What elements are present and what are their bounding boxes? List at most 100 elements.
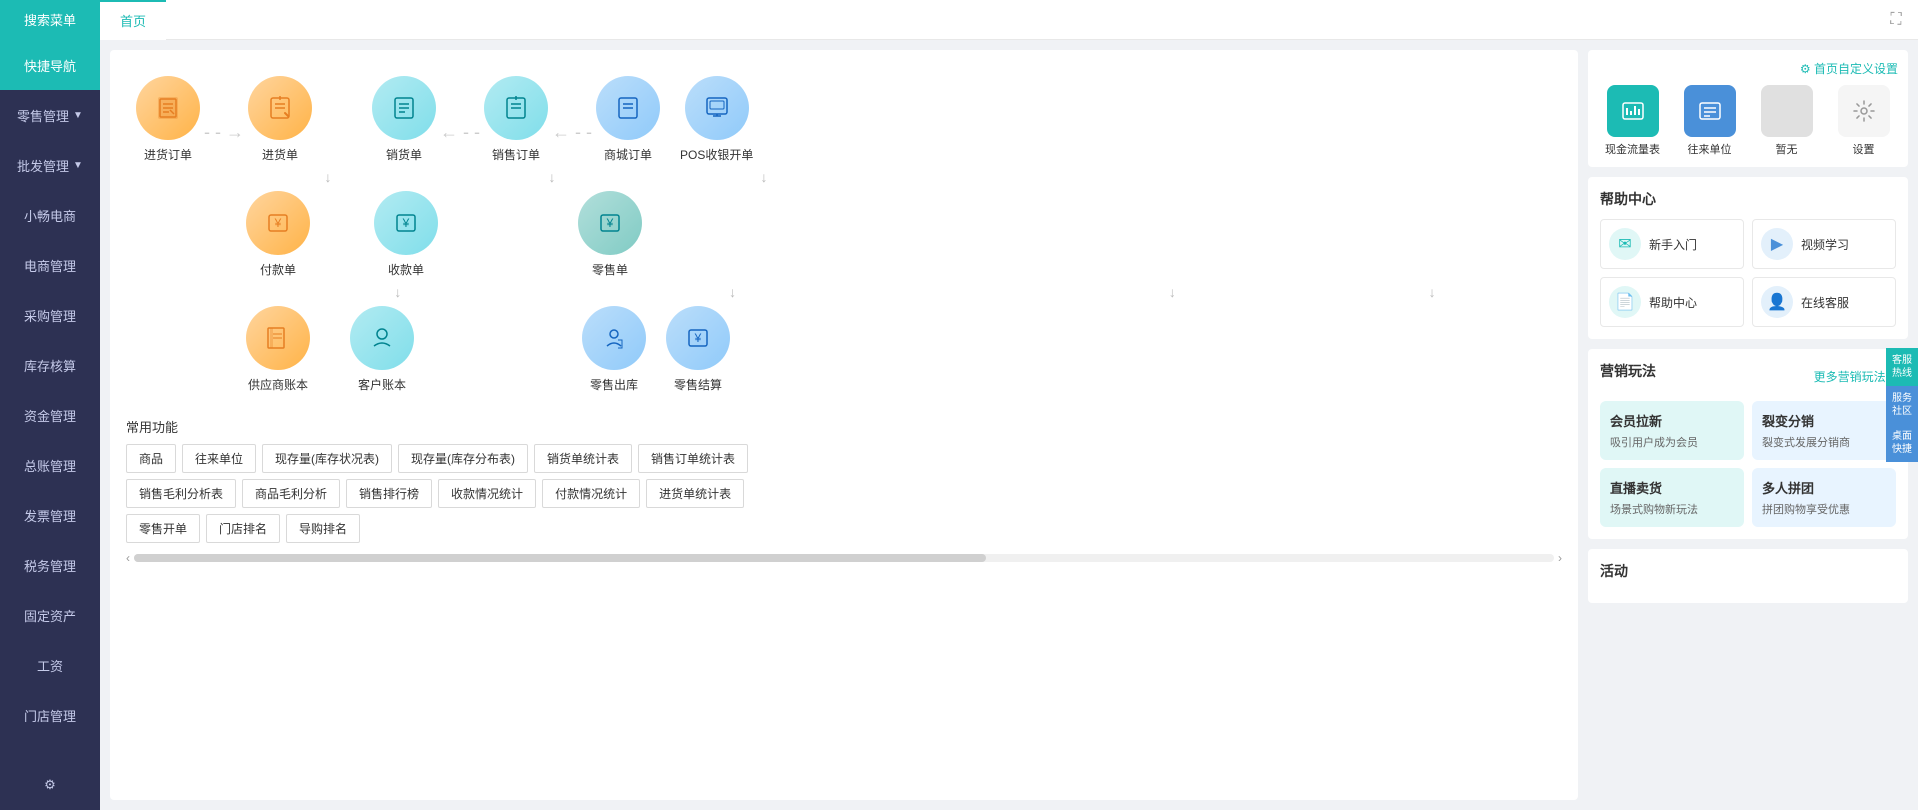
top-bar: 搜索菜单 首页 ⛶: [0, 0, 1918, 40]
sidebar-item-purchase[interactable]: 采购管理: [0, 290, 100, 340]
sidebar-item-fixed-assets[interactable]: 固定资产: [0, 590, 100, 640]
retail-outbound-icon[interactable]: [582, 306, 646, 370]
node-receipt[interactable]: ¥ 收款单: [374, 191, 438, 278]
help-center-icon: 📄: [1609, 286, 1641, 318]
marketing-item-live[interactable]: 直播卖货 场景式购物新玩法: [1600, 468, 1744, 527]
customer-ledger-icon[interactable]: [350, 306, 414, 370]
sidebar-item-retail[interactable]: 零售管理 ▼: [0, 90, 100, 140]
float-btn-customer-service[interactable]: 客服热线: [1886, 348, 1918, 386]
search-menu-button[interactable]: 搜索菜单: [0, 0, 100, 40]
quick-icon-contacts[interactable]: 往来单位: [1675, 85, 1744, 157]
beginner-icon: ✉: [1609, 228, 1641, 260]
fission-title: 裂变分销: [1762, 411, 1886, 430]
supplier-ledger-icon[interactable]: [246, 306, 310, 370]
arrow-down-5: ↓: [729, 284, 736, 300]
sidebar-item-finance[interactable]: 资金管理: [0, 390, 100, 440]
func-btn-stock-dist[interactable]: 现存量(库存分布表): [398, 444, 528, 473]
func-btn-goods[interactable]: 商品: [126, 444, 176, 473]
arrow-down-6: ↓: [1169, 284, 1176, 300]
node-supplier-ledger[interactable]: 供应商账本: [246, 306, 310, 393]
quick-access-header[interactable]: ⚙ 首页自定义设置: [1598, 60, 1898, 77]
func-btn-sales-order-stat[interactable]: 销售订单统计表: [638, 444, 748, 473]
pos-icon[interactable]: [685, 76, 749, 140]
marketing-item-group[interactable]: 多人拼团 拼团购物享受优惠: [1752, 468, 1896, 527]
receipt-label: 收款单: [388, 261, 424, 278]
node-payment[interactable]: ¥ 付款单: [246, 191, 310, 278]
func-btn-stock-status[interactable]: 现存量(库存状况表): [262, 444, 392, 473]
main-panel: 进货订单 - - →: [110, 50, 1578, 800]
arrow-1: - - →: [204, 122, 244, 163]
help-item-beginner[interactable]: ✉ 新手入门: [1600, 219, 1744, 269]
marketing-item-member[interactable]: 会员拉新 吸引用户成为会员: [1600, 401, 1744, 460]
purchase-order-icon[interactable]: [136, 76, 200, 140]
tab-home[interactable]: 首页: [100, 0, 166, 40]
node-retail-outbound[interactable]: 零售出库: [582, 306, 646, 393]
func-btn-sales-profit[interactable]: 销售毛利分析表: [126, 479, 236, 508]
sidebar-item-wholesale[interactable]: 批发管理 ▼: [0, 140, 100, 190]
help-item-video[interactable]: ▶ 视频学习: [1752, 219, 1896, 269]
video-label: 视频学习: [1801, 236, 1849, 253]
func-btn-sales-stat[interactable]: 销货单统计表: [534, 444, 632, 473]
sales-order-icon[interactable]: [484, 76, 548, 140]
help-item-online-support[interactable]: 👤 在线客服: [1752, 277, 1896, 327]
sidebar-item-tax[interactable]: 税务管理: [0, 540, 100, 590]
sidebar-item-inventory[interactable]: 库存核算: [0, 340, 100, 390]
marketing-title: 营销玩法: [1600, 361, 1656, 381]
float-btn-community[interactable]: 服务社区: [1886, 386, 1918, 424]
receipt-icon[interactable]: ¥: [374, 191, 438, 255]
quick-icon-cashflow[interactable]: 现金流量表: [1598, 85, 1667, 157]
node-customer-ledger[interactable]: 客户账本: [350, 306, 414, 393]
settings-label: 设置: [1853, 141, 1875, 157]
help-grid: ✉ 新手入门 ▶ 视频学习 📄 帮助中心 👤 在线客服: [1600, 219, 1896, 327]
quick-icon-settings[interactable]: 设置: [1829, 85, 1898, 157]
customize-settings-label: ⚙ 首页自定义设置: [1800, 60, 1898, 77]
help-item-help-center[interactable]: 📄 帮助中心: [1600, 277, 1744, 327]
payment-icon[interactable]: ¥: [246, 191, 310, 255]
node-sales-bill[interactable]: 销货单: [372, 76, 436, 163]
right-panel: ⚙ 首页自定义设置 现金流量表: [1588, 50, 1908, 800]
func-btn-sales-rank[interactable]: 销售排行榜: [346, 479, 432, 508]
retail-outbound-label: 零售出库: [590, 376, 638, 393]
func-btn-store-rank[interactable]: 门店排名: [206, 514, 280, 543]
func-btn-receipt-stat[interactable]: 收款情况统计: [438, 479, 536, 508]
node-mall-order[interactable]: 商城订单: [596, 76, 660, 163]
node-purchase-order[interactable]: 进货订单: [136, 76, 200, 163]
purchase-bill-icon[interactable]: [248, 76, 312, 140]
node-retail-bill[interactable]: ¥ 零售单: [578, 191, 642, 278]
arrow-2: ← - -: [440, 122, 480, 163]
sidebar-item-quick-nav[interactable]: 快捷导航: [0, 40, 100, 90]
live-title: 直播卖货: [1610, 478, 1734, 497]
node-pos[interactable]: POS收银开单: [680, 76, 753, 163]
func-btn-retail-order[interactable]: 零售开单: [126, 514, 200, 543]
mall-order-icon[interactable]: [596, 76, 660, 140]
scroll-left-btn[interactable]: ‹: [126, 551, 130, 565]
sidebar-item-ledger[interactable]: 总账管理: [0, 440, 100, 490]
retail-bill-icon[interactable]: ¥: [578, 191, 642, 255]
node-retail-settlement[interactable]: ¥ 零售结算: [666, 306, 730, 393]
sidebar-gear-icon[interactable]: ⚙: [0, 760, 100, 810]
expand-button[interactable]: ⛶: [1884, 8, 1908, 32]
cashflow-label: 现金流量表: [1605, 141, 1660, 157]
sidebar-item-ecommerce-mgmt[interactable]: 电商管理: [0, 240, 100, 290]
scroll-right-btn[interactable]: ›: [1558, 551, 1562, 565]
sidebar-item-invoice[interactable]: 发票管理: [0, 490, 100, 540]
marketing-item-fission[interactable]: 裂变分销 裂变式发展分销商: [1752, 401, 1896, 460]
sidebar-item-payroll[interactable]: 工资: [0, 640, 100, 690]
retail-settlement-icon[interactable]: ¥: [666, 306, 730, 370]
activity-title: 活动: [1600, 561, 1896, 581]
arrow-3: ← - -: [552, 122, 592, 163]
node-purchase-bill[interactable]: 进货单: [248, 76, 312, 163]
node-sales-order[interactable]: 销售订单: [484, 76, 548, 163]
sales-bill-icon[interactable]: [372, 76, 436, 140]
svg-text:¥: ¥: [606, 216, 614, 230]
func-btn-goods-profit[interactable]: 商品毛利分析: [242, 479, 340, 508]
func-btn-guide-rank[interactable]: 导购排名: [286, 514, 360, 543]
flow-diagram: 进货订单 - - →: [126, 66, 1562, 407]
marketing-more-link[interactable]: 更多营销玩法 >: [1814, 368, 1896, 385]
func-btn-contacts[interactable]: 往来单位: [182, 444, 256, 473]
sidebar-item-ecommerce-small[interactable]: 小畅电商: [0, 190, 100, 240]
sidebar-item-store-mgmt[interactable]: 门店管理: [0, 690, 100, 740]
func-btn-payment-stat[interactable]: 付款情况统计: [542, 479, 640, 508]
float-btn-desktop[interactable]: 桌面快捷: [1886, 424, 1918, 462]
func-btn-purchase-stat[interactable]: 进货单统计表: [646, 479, 744, 508]
